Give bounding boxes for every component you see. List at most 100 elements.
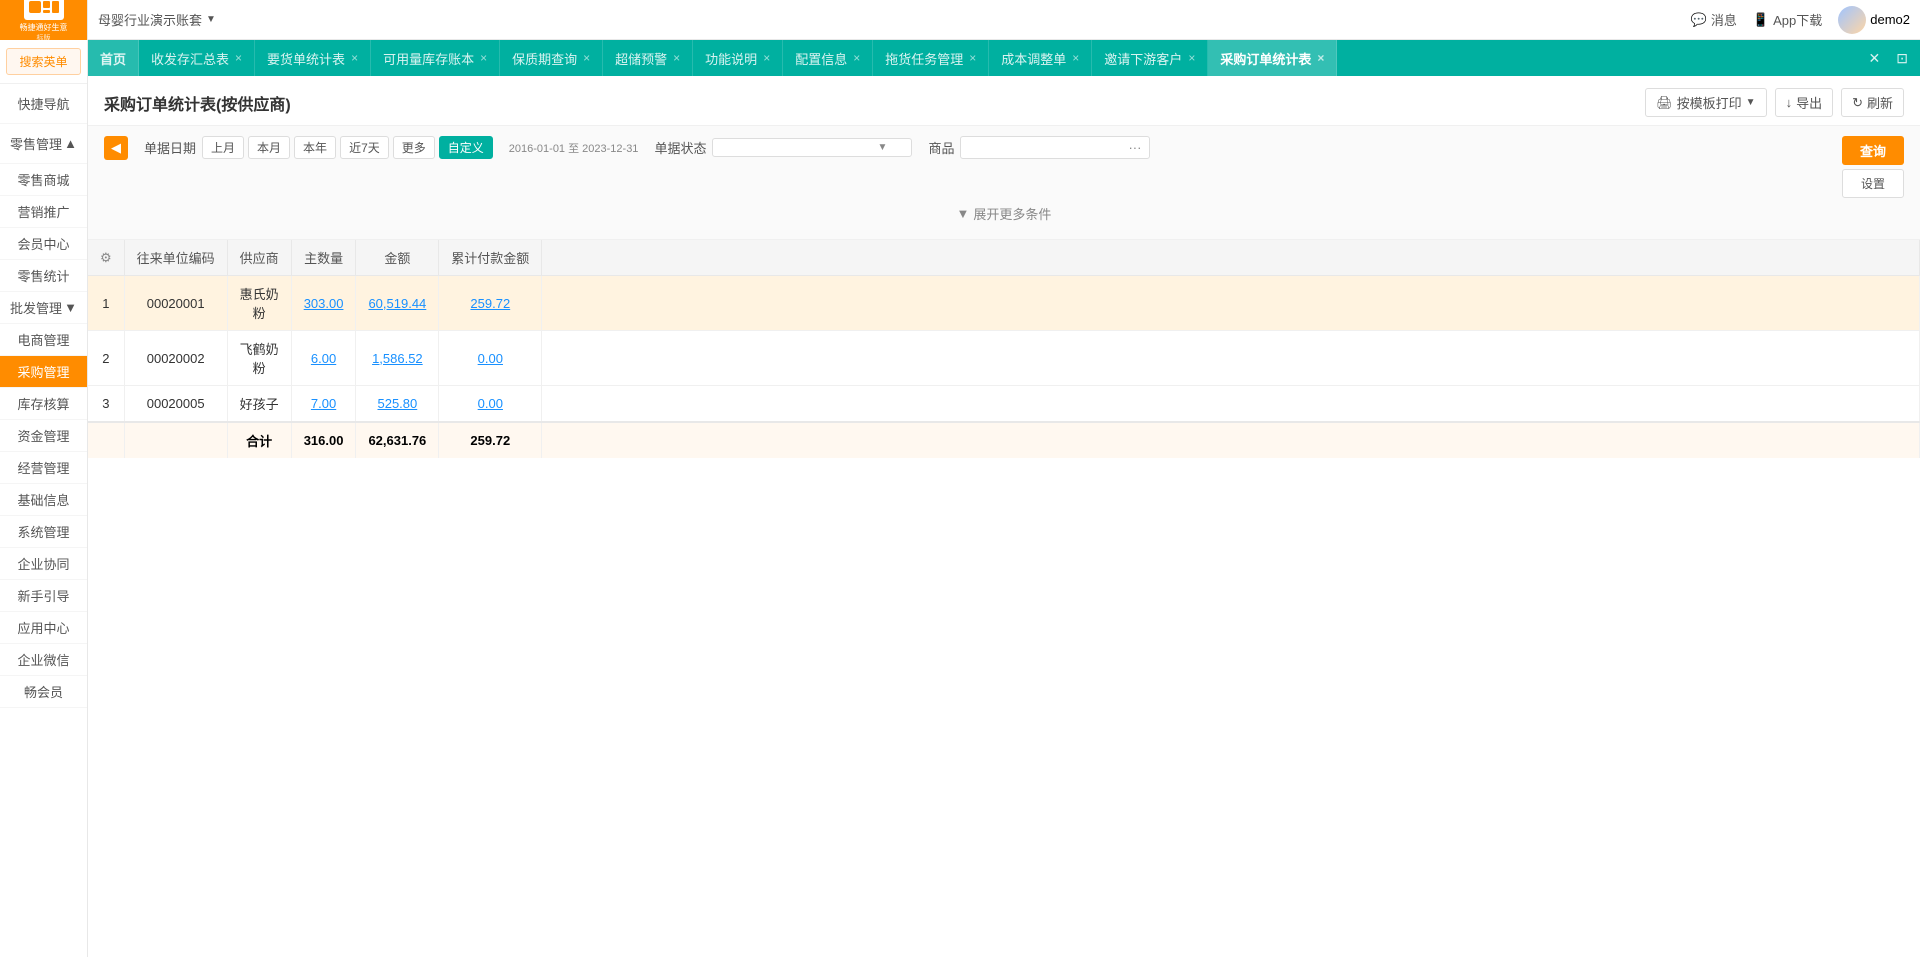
- tab-close-chaochuyujing[interactable]: ×: [673, 51, 680, 65]
- sidebar-label-wechat: 企业微信: [17, 650, 69, 669]
- sidebar-item-ops[interactable]: 经营管理: [0, 452, 87, 484]
- sidebar-label-retail: 零售管理: [10, 134, 62, 153]
- tab-shoufaHuizong[interactable]: 收发存汇总表 ×: [139, 40, 255, 76]
- table-row: 1 00020001 惠氏奶粉 303.00 60,519.44 259.72: [88, 276, 1920, 331]
- row-supplier-3: 好孩子: [227, 386, 291, 423]
- footer-paid: 259.72: [439, 422, 542, 458]
- tab-chaochuyujing[interactable]: 超储预警 ×: [603, 40, 693, 76]
- row-amount-2[interactable]: 1,586.52: [356, 331, 439, 386]
- tab-close-shoufaHuizong[interactable]: ×: [235, 51, 242, 65]
- sidebar-label-member: 会员中心: [17, 234, 69, 253]
- filter-main-row: ◀ 单据日期 上月 本月 本年 近7天 更多 自定义: [104, 136, 1904, 198]
- search-menu-button[interactable]: 搜索英单: [6, 48, 81, 75]
- tab-keyongLiang[interactable]: 可用量库存账本 ×: [371, 40, 500, 76]
- tabbar-close-btn[interactable]: ✕: [1865, 48, 1885, 69]
- export-button[interactable]: ↓ 导出: [1775, 88, 1834, 117]
- user-menu[interactable]: demo2: [1838, 6, 1910, 34]
- row-extra-1: [542, 276, 1920, 331]
- tab-close-caigou[interactable]: ×: [1317, 51, 1324, 65]
- message-label: 消息: [1711, 10, 1737, 29]
- filter-area: ◀ 单据日期 上月 本月 本年 近7天 更多 自定义: [88, 126, 1920, 240]
- tab-label-chaochuyujing: 超储预警: [615, 49, 667, 68]
- tab-gongneng[interactable]: 功能说明 ×: [693, 40, 783, 76]
- tab-chengben[interactable]: 成本调整单 ×: [989, 40, 1092, 76]
- sidebar-label-ops: 经营管理: [17, 458, 69, 477]
- app-download-button[interactable]: 📱 App下载: [1753, 10, 1822, 29]
- sidebar-item-batch[interactable]: 批发管理 ▼: [0, 292, 87, 324]
- sidebar-item-inventory[interactable]: 库存核算: [0, 388, 87, 420]
- row-supplier-1: 惠氏奶粉: [227, 276, 291, 331]
- expand-more-button[interactable]: ▼ 展开更多条件: [104, 198, 1904, 229]
- date-btn-more[interactable]: 更多: [393, 136, 435, 159]
- sidebar-item-finance[interactable]: 资金管理: [0, 420, 87, 452]
- message-button[interactable]: 💬 消息: [1691, 10, 1737, 29]
- data-table-container: ⚙ 往来单位编码 供应商 主数量 金额 累计付款金额: [88, 240, 1920, 957]
- goods-search-input[interactable]: [969, 141, 1124, 155]
- tab-label-gongneng: 功能说明: [705, 49, 757, 68]
- sidebar-item-enterprise[interactable]: 企业协同: [0, 548, 87, 580]
- tabbar-maximize-btn[interactable]: ⊡: [1892, 48, 1912, 69]
- refresh-button[interactable]: ↻ 刷新: [1841, 88, 1904, 117]
- row-paid-2[interactable]: 0.00: [439, 331, 542, 386]
- collapse-icon: ◀: [111, 140, 121, 156]
- footer-row: 合计 316.00 62,631.76 259.72: [88, 422, 1920, 458]
- print-label: 按模板打印: [1677, 93, 1742, 112]
- sidebar-item-purchase[interactable]: 采购管理: [0, 356, 87, 388]
- sidebar-item-retail-stat[interactable]: 零售统计: [0, 260, 87, 292]
- setting-button[interactable]: 设置: [1842, 169, 1904, 198]
- row-number: 3: [102, 396, 109, 411]
- tab-close-keyongLiang[interactable]: ×: [480, 51, 487, 65]
- tab-close-yaoqing[interactable]: ×: [1188, 51, 1195, 65]
- tab-tuohuo[interactable]: 拖货任务管理 ×: [873, 40, 989, 76]
- tab-close-gongneng[interactable]: ×: [763, 51, 770, 65]
- status-select[interactable]: ▼: [712, 138, 912, 157]
- column-settings-icon[interactable]: ⚙: [100, 250, 112, 265]
- filter-actions: 查询 设置: [1842, 136, 1904, 198]
- sidebar-item-shortcut[interactable]: 快捷导航: [0, 84, 87, 124]
- row-amount-1[interactable]: 60,519.44: [356, 276, 439, 331]
- date-btn-this-month[interactable]: 本月: [248, 136, 290, 159]
- home-tab-label: 首页: [100, 49, 126, 68]
- row-quantity-2[interactable]: 6.00: [291, 331, 356, 386]
- query-button[interactable]: 查询: [1842, 136, 1904, 165]
- tab-close-yaohuoDan[interactable]: ×: [351, 51, 358, 65]
- tab-peizhi[interactable]: 配置信息 ×: [783, 40, 873, 76]
- row-quantity-3[interactable]: 7.00: [291, 386, 356, 423]
- sidebar-item-ecom[interactable]: 电商管理: [0, 324, 87, 356]
- tab-close-chengben[interactable]: ×: [1072, 51, 1079, 65]
- date-btn-last-month[interactable]: 上月: [202, 136, 244, 159]
- tab-yaoqing[interactable]: 邀请下游客户 ×: [1092, 40, 1208, 76]
- date-btn-this-year[interactable]: 本年: [294, 136, 336, 159]
- tab-close-peizhi[interactable]: ×: [853, 51, 860, 65]
- data-table: ⚙ 往来单位编码 供应商 主数量 金额 累计付款金额: [88, 240, 1920, 458]
- tab-baoquan[interactable]: 保质期查询 ×: [500, 40, 603, 76]
- sidebar-item-marketing[interactable]: 营销推广: [0, 196, 87, 228]
- row-quantity-1[interactable]: 303.00: [291, 276, 356, 331]
- row-code-2: 00020002: [124, 331, 227, 386]
- print-button[interactable]: 🖨 按模板打印 ▼: [1645, 88, 1766, 117]
- message-icon: 💬: [1691, 12, 1707, 28]
- row-paid-1[interactable]: 259.72: [439, 276, 542, 331]
- tab-caigou[interactable]: 采购订单统计表 ×: [1208, 40, 1337, 76]
- tab-home[interactable]: 首页: [88, 40, 139, 76]
- date-btn-7days[interactable]: 近7天: [340, 136, 389, 159]
- sidebar-label-purchase: 采购管理: [17, 362, 69, 381]
- sidebar-item-appstore[interactable]: 应用中心: [0, 612, 87, 644]
- sidebar-item-system[interactable]: 系统管理: [0, 516, 87, 548]
- row-paid-3[interactable]: 0.00: [439, 386, 542, 423]
- sidebar-item-newbie[interactable]: 新手引导: [0, 580, 87, 612]
- refresh-label: 刷新: [1867, 93, 1893, 112]
- sidebar-item-member[interactable]: 会员中心: [0, 228, 87, 260]
- sidebar-item-wechat[interactable]: 企业微信: [0, 644, 87, 676]
- sidebar-item-vip[interactable]: 畅会员: [0, 676, 87, 708]
- tab-close-baoquan[interactable]: ×: [583, 51, 590, 65]
- store-selector[interactable]: 母婴行业演示账套 ▼: [98, 10, 216, 29]
- sidebar-item-retail-store[interactable]: 零售商城: [0, 164, 87, 196]
- row-amount-3[interactable]: 525.80: [356, 386, 439, 423]
- sidebar-item-basic[interactable]: 基础信息: [0, 484, 87, 516]
- goods-search-more-icon[interactable]: ···: [1128, 140, 1141, 155]
- filter-toggle-button[interactable]: ◀: [104, 136, 128, 160]
- tab-close-tuohuo[interactable]: ×: [969, 51, 976, 65]
- tab-yaohuoDan[interactable]: 要货单统计表 ×: [255, 40, 371, 76]
- sidebar-item-retail[interactable]: 零售管理 ▲: [0, 124, 87, 164]
